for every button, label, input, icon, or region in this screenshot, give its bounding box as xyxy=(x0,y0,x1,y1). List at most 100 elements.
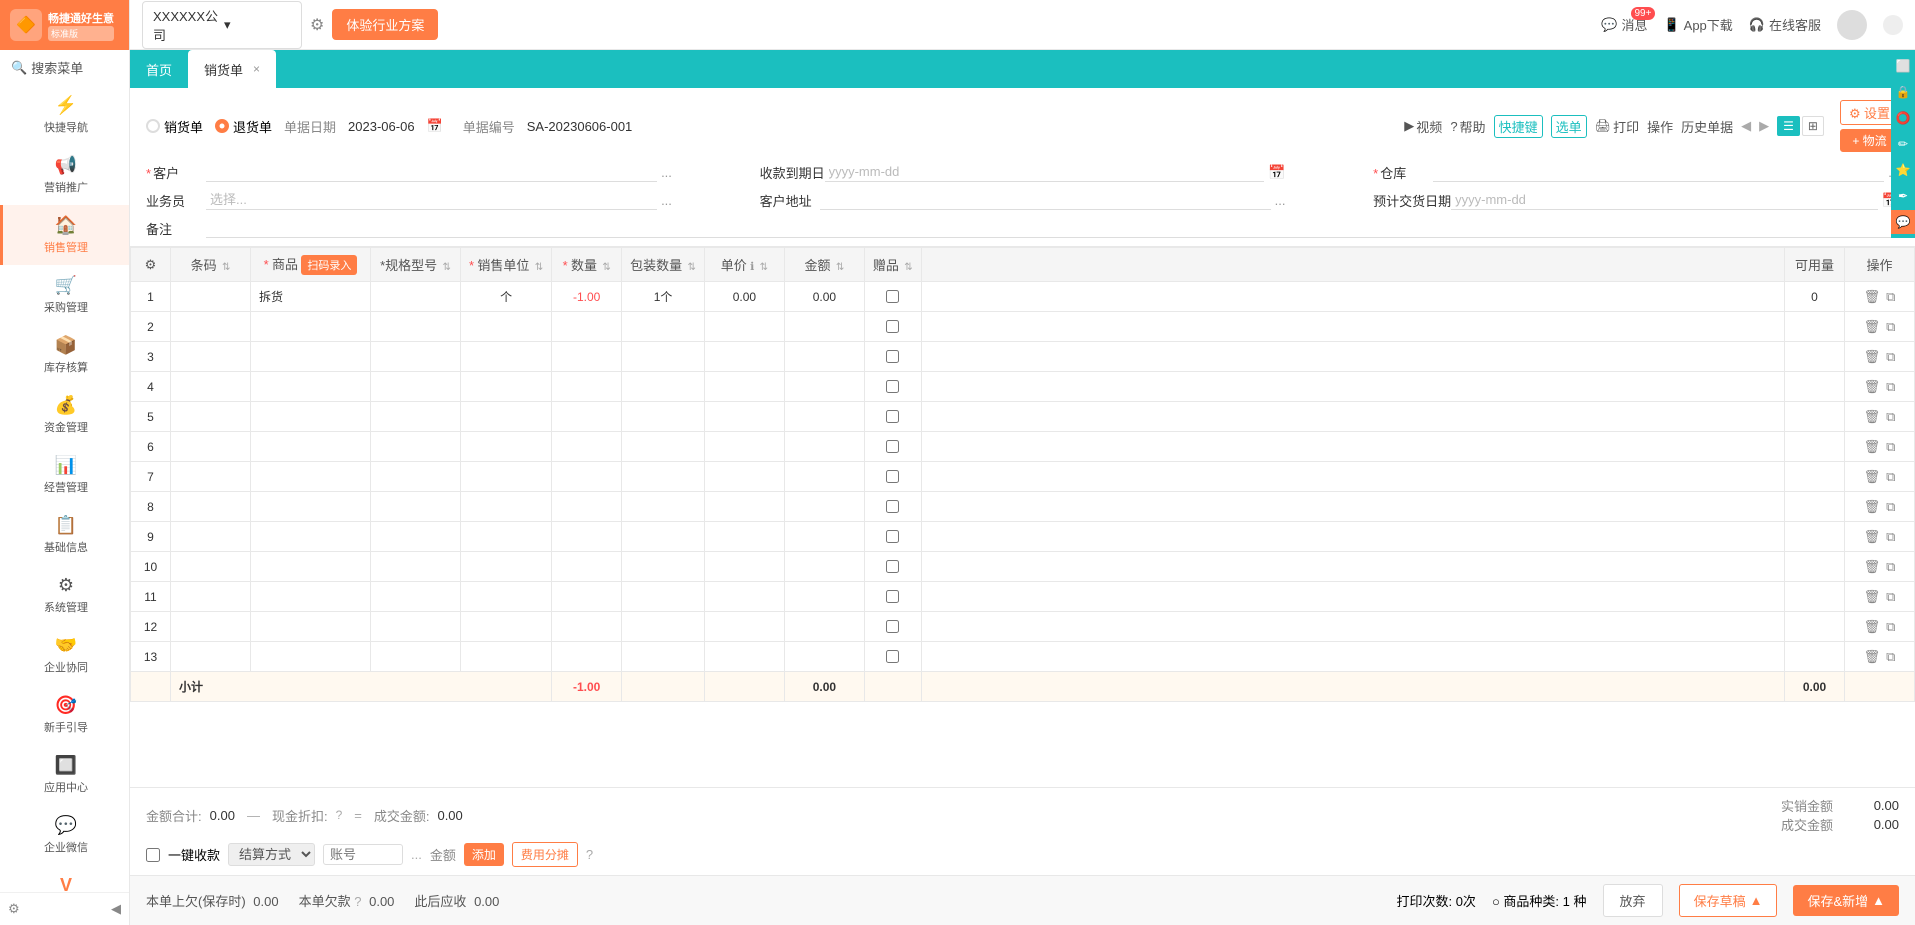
action-btn[interactable]: 操作 xyxy=(1647,117,1673,136)
copy-icon[interactable]: ⧉ xyxy=(1886,379,1895,395)
account-dots[interactable]: ... xyxy=(411,847,422,862)
online-service-button[interactable]: 🎧 在线客服 xyxy=(1749,15,1821,34)
sidebar-item-management[interactable]: 📊 经营管理 xyxy=(0,445,129,505)
sidebar-item-member[interactable]: V 畅会员 xyxy=(0,865,129,892)
scan-button[interactable]: 扫码录入 xyxy=(301,255,357,275)
sort-amount-icon[interactable]: ⇅ xyxy=(836,262,844,273)
price-info-icon[interactable]: ℹ xyxy=(750,261,754,273)
next-record-icon[interactable]: ▶ xyxy=(1759,118,1769,134)
help-btn[interactable]: ? 帮助 xyxy=(1450,117,1485,136)
sidebar-item-enterprise[interactable]: 🤝 企业协同 xyxy=(0,625,129,685)
copy-icon[interactable]: ⧉ xyxy=(1886,439,1895,455)
table-container[interactable]: ⚙ 条码 ⇅ * 商品 扫码录入 *规格型号 ⇅ xyxy=(130,247,1915,787)
copy-row-1-icon[interactable]: ⧉ xyxy=(1886,289,1895,305)
right-panel-icon-7[interactable]: 💬 xyxy=(1891,210,1915,234)
right-panel-icon-6[interactable]: ✒ xyxy=(1891,184,1915,208)
copy-icon[interactable]: ⧉ xyxy=(1886,559,1895,575)
delete-icon[interactable]: 🗑 xyxy=(1864,499,1881,515)
sort-spec-icon[interactable]: ⇅ xyxy=(443,262,451,273)
delete-icon[interactable]: 🗑 xyxy=(1864,649,1881,665)
save-new-button[interactable]: 保存&新增 ▲ xyxy=(1793,885,1899,916)
view-list-btn[interactable]: ☰ xyxy=(1777,116,1800,136)
account-input[interactable] xyxy=(323,844,403,865)
right-panel-icon-2[interactable]: 🔒 xyxy=(1891,80,1915,104)
right-panel-icon-3[interactable]: ⭕ xyxy=(1891,106,1915,130)
remark-input[interactable] xyxy=(206,218,1899,238)
avatar-extra[interactable] xyxy=(1883,15,1903,35)
sidebar-item-wechat[interactable]: 💬 企业微信 xyxy=(0,805,129,865)
delete-icon[interactable]: 🗑 xyxy=(1864,349,1881,365)
delete-icon[interactable]: 🗑 xyxy=(1864,439,1881,455)
row-product-1[interactable]: 拆货 xyxy=(251,282,371,312)
video-btn[interactable]: ▶ 视频 xyxy=(1404,117,1442,136)
sidebar-item-sales[interactable]: 🏠 销售管理 xyxy=(0,205,129,265)
expense-split-button[interactable]: 费用分摊 xyxy=(512,842,578,867)
save-draft-button[interactable]: 保存草稿 ▲ xyxy=(1679,884,1778,917)
right-panel-icon-4[interactable]: ✏ xyxy=(1891,132,1915,156)
sidebar-item-system[interactable]: ⚙ 系统管理 xyxy=(0,565,129,625)
row-spec-1[interactable] xyxy=(371,282,461,312)
debt-help-icon[interactable]: ? xyxy=(354,894,361,909)
row-price-1[interactable]: 0.00 xyxy=(704,282,784,312)
add-payment-button[interactable]: 添加 xyxy=(464,843,504,866)
calendar-icon[interactable]: 📅 xyxy=(427,118,443,134)
avatar[interactable] xyxy=(1837,10,1867,40)
product-type-icon[interactable]: ○ xyxy=(1492,894,1500,909)
sidebar-item-app-center[interactable]: 🔲 应用中心 xyxy=(0,745,129,805)
delete-icon[interactable]: 🗑 xyxy=(1864,619,1881,635)
cash-discount-help-icon[interactable]: ? xyxy=(336,808,343,822)
right-panel-icon-5[interactable]: ⭐ xyxy=(1891,158,1915,182)
tab-sales-order[interactable]: 销货单 × xyxy=(188,50,276,88)
sort-unit-icon[interactable]: ⇅ xyxy=(535,262,543,273)
delivery-date-input[interactable] xyxy=(1451,190,1877,210)
sort-qty-icon[interactable]: ⇅ xyxy=(602,262,610,273)
expense-help-icon[interactable]: ? xyxy=(586,847,593,862)
print-btn[interactable]: 🖨 打印 xyxy=(1595,117,1640,136)
customer-address-input[interactable] xyxy=(820,190,1271,210)
sidebar-settings-icon[interactable]: ⚙ xyxy=(8,901,20,917)
sidebar-item-basic-info[interactable]: 📋 基础信息 xyxy=(0,505,129,565)
sidebar-item-finance[interactable]: 💰 资金管理 xyxy=(0,385,129,445)
prev-record-icon[interactable]: ◀ xyxy=(1741,118,1751,134)
sort-barcode-icon[interactable]: ⇅ xyxy=(222,262,230,273)
sidebar-item-search[interactable]: 🔍 搜索菜单 xyxy=(0,50,129,85)
th-settings[interactable]: ⚙ xyxy=(131,248,171,282)
sidebar-item-quick-nav[interactable]: ⚡ 快捷导航 xyxy=(0,85,129,145)
customer-dots[interactable]: ... xyxy=(661,165,672,180)
sort-pkgqty-icon[interactable]: ⇅ xyxy=(688,262,696,273)
one-click-payment-checkbox[interactable] xyxy=(146,848,160,862)
app-download-button[interactable]: 📱 App下载 xyxy=(1663,15,1732,34)
message-button[interactable]: 💬 消息 99+ xyxy=(1601,15,1647,34)
delete-row-1-icon[interactable]: 🗑 xyxy=(1864,289,1881,305)
row-desc-1[interactable] xyxy=(921,282,1784,312)
copy-icon[interactable]: ⧉ xyxy=(1886,319,1895,335)
copy-icon[interactable]: ⧉ xyxy=(1886,529,1895,545)
copy-icon[interactable]: ⧉ xyxy=(1886,499,1895,515)
payment-date-input[interactable] xyxy=(825,162,1264,182)
copy-icon[interactable]: ⧉ xyxy=(1886,619,1895,635)
sidebar-collapse-icon[interactable]: ◀ xyxy=(111,901,121,917)
delete-icon[interactable]: 🗑 xyxy=(1864,409,1881,425)
row-unit-1[interactable]: 个 xyxy=(461,282,552,312)
copy-icon[interactable]: ⧉ xyxy=(1886,469,1895,485)
salesman-dots[interactable]: ... xyxy=(661,193,672,208)
radio-sales-order[interactable]: 销货单 xyxy=(146,117,203,136)
delete-icon[interactable]: 🗑 xyxy=(1864,379,1881,395)
copy-icon[interactable]: ⧉ xyxy=(1886,349,1895,365)
delete-icon[interactable]: 🗑 xyxy=(1864,559,1881,575)
settings-gear-icon[interactable]: ⚙ xyxy=(310,15,324,35)
trial-plan-button[interactable]: 体验行业方案 xyxy=(332,9,438,40)
discard-button[interactable]: 放弃 xyxy=(1603,884,1663,917)
shortcut-btn[interactable]: 快捷键 xyxy=(1494,115,1543,138)
row-barcode-1[interactable] xyxy=(171,282,251,312)
sort-gift-icon[interactable]: ⇅ xyxy=(904,262,912,273)
history-btn[interactable]: 历史单据 xyxy=(1681,117,1733,136)
delete-icon[interactable]: 🗑 xyxy=(1864,589,1881,605)
gift-checkbox-1[interactable] xyxy=(886,290,899,303)
copy-icon[interactable]: ⧉ xyxy=(1886,589,1895,605)
salesman-input[interactable] xyxy=(206,190,657,210)
sidebar-item-inventory[interactable]: 📦 库存核算 xyxy=(0,325,129,385)
warehouse-input[interactable]: 建材仓 xyxy=(1433,162,1884,182)
sidebar-item-marketing[interactable]: 📢 营销推广 xyxy=(0,145,129,205)
sidebar-item-guide[interactable]: 🎯 新手引导 xyxy=(0,685,129,745)
